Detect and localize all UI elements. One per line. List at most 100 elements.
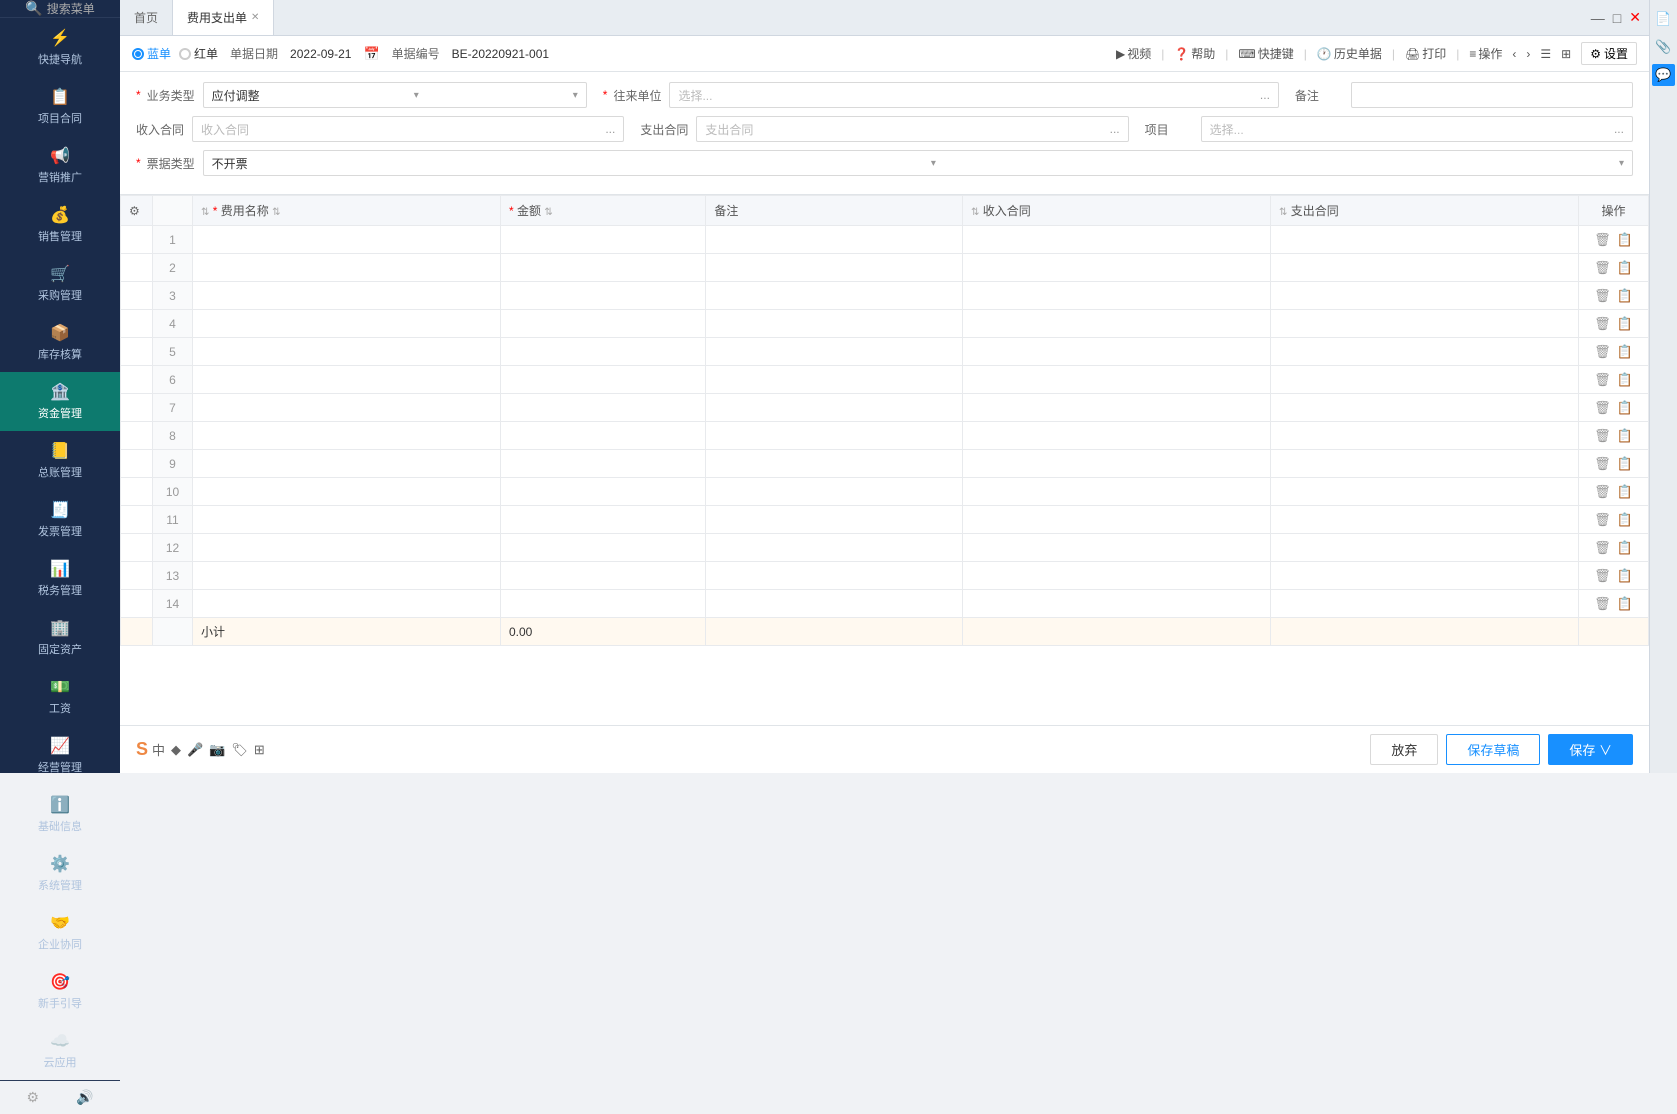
row-income-10[interactable] [962, 478, 1270, 506]
right-panel-attach-icon[interactable]: 📎 [1652, 36, 1674, 58]
row-delete-7[interactable]: 🗑 [1594, 400, 1611, 416]
sidebar-item-ops-mgmt[interactable]: 📈经营管理 [0, 726, 120, 785]
row-amount-5[interactable] [501, 338, 706, 366]
settings-btn[interactable]: ⚙ 设置 [1581, 42, 1637, 65]
tab-home[interactable]: 首页 [120, 0, 173, 35]
sidebar-item-basic-info[interactable]: ℹ️基础信息 [0, 785, 120, 844]
row-amount-1[interactable] [501, 226, 706, 254]
row-amount-9[interactable] [501, 450, 706, 478]
row-income-4[interactable] [962, 310, 1270, 338]
row-note-6[interactable] [706, 366, 963, 394]
row-name-9[interactable] [193, 450, 501, 478]
row-expense-5[interactable] [1270, 338, 1578, 366]
row-note-2[interactable] [706, 254, 963, 282]
abandon-button[interactable]: 放弃 [1370, 734, 1438, 765]
row-note-11[interactable] [706, 506, 963, 534]
row-copy-10[interactable]: 📋 [1617, 484, 1633, 500]
row-amount-12[interactable] [501, 534, 706, 562]
row-name-14[interactable] [193, 590, 501, 618]
row-amount-8[interactable] [501, 422, 706, 450]
ops-btn[interactable]: ≡ 操作 [1469, 45, 1502, 62]
footer-brand-icon-5[interactable]: 🏷 [229, 742, 250, 758]
row-delete-9[interactable]: 🗑 [1594, 456, 1611, 472]
row-note-3[interactable] [706, 282, 963, 310]
sidebar-item-sys-mgmt[interactable]: ⚙️系统管理 [0, 844, 120, 903]
row-amount-13[interactable] [501, 562, 706, 590]
row-delete-2[interactable]: 🗑 [1594, 260, 1611, 276]
invoice-type-input[interactable]: 不开票 ▾ [203, 150, 1633, 176]
row-expense-11[interactable] [1270, 506, 1578, 534]
row-expense-13[interactable] [1270, 562, 1578, 590]
right-panel-doc-icon[interactable]: 📄 [1652, 8, 1674, 30]
sidebar-item-capital-mgmt[interactable]: 🏦资金管理 [0, 372, 120, 431]
row-expense-14[interactable] [1270, 590, 1578, 618]
row-expense-8[interactable] [1270, 422, 1578, 450]
row-copy-11[interactable]: 📋 [1617, 512, 1633, 528]
col-name-header[interactable]: ⇅ * 费用名称 ⇅ [193, 196, 501, 226]
row-copy-2[interactable]: 📋 [1617, 260, 1633, 276]
row-copy-5[interactable]: 📋 [1617, 344, 1633, 360]
footer-brand-icon-1[interactable]: 中 [150, 740, 167, 759]
sidebar-item-new-guide[interactable]: 🎯新手引导 [0, 962, 120, 1021]
row-delete-1[interactable]: 🗑 [1594, 232, 1611, 248]
row-note-10[interactable] [706, 478, 963, 506]
sidebar-item-ledger-mgmt[interactable]: 📒总账管理 [0, 431, 120, 490]
row-copy-3[interactable]: 📋 [1617, 288, 1633, 304]
nav-next[interactable]: › [1526, 47, 1530, 61]
window-minimize[interactable]: — [1591, 10, 1605, 26]
col-expense-header[interactable]: ⇅ 支出合同 [1270, 196, 1578, 226]
sidebar-search[interactable]: 🔍 搜索菜单 [0, 0, 120, 18]
expense-contract-input[interactable]: 支出合同 ... [696, 116, 1128, 142]
row-delete-10[interactable]: 🗑 [1594, 484, 1611, 500]
row-note-1[interactable] [706, 226, 963, 254]
footer-brand-icon-6[interactable]: ⊞ [252, 742, 267, 758]
col-settings[interactable]: ⚙ [121, 196, 153, 226]
row-income-14[interactable] [962, 590, 1270, 618]
row-name-7[interactable] [193, 394, 501, 422]
calendar-icon[interactable]: 📅 [363, 46, 379, 62]
row-note-8[interactable] [706, 422, 963, 450]
sidebar-item-salary[interactable]: 💵工资 [0, 667, 120, 726]
row-copy-4[interactable]: 📋 [1617, 316, 1633, 332]
row-expense-7[interactable] [1270, 394, 1578, 422]
row-expense-10[interactable] [1270, 478, 1578, 506]
sidebar-item-invoice-mgmt[interactable]: 🧾发票管理 [0, 490, 120, 549]
income-contract-input[interactable]: 收入合同 ... [192, 116, 624, 142]
video-btn[interactable]: ▶ 视频 [1116, 45, 1151, 62]
row-name-5[interactable] [193, 338, 501, 366]
row-income-13[interactable] [962, 562, 1270, 590]
row-income-3[interactable] [962, 282, 1270, 310]
row-amount-3[interactable] [501, 282, 706, 310]
sidebar-item-fixed-assets[interactable]: 🏢固定资产 [0, 608, 120, 667]
row-delete-13[interactable]: 🗑 [1594, 568, 1611, 584]
row-copy-13[interactable]: 📋 [1617, 568, 1633, 584]
row-name-4[interactable] [193, 310, 501, 338]
row-name-8[interactable] [193, 422, 501, 450]
project-input[interactable]: 选择... ... [1201, 116, 1633, 142]
row-copy-9[interactable]: 📋 [1617, 456, 1633, 472]
col-amount-header[interactable]: * 金额 ⇅ [501, 196, 706, 226]
row-name-6[interactable] [193, 366, 501, 394]
radio-blue[interactable]: 蓝单 [132, 45, 171, 62]
row-expense-6[interactable] [1270, 366, 1578, 394]
row-delete-11[interactable]: 🗑 [1594, 512, 1611, 528]
shortcuts-btn[interactable]: ⌨ 快捷键 [1238, 45, 1293, 62]
footer-brand-icon-4[interactable]: 📷 [207, 742, 227, 758]
row-income-12[interactable] [962, 534, 1270, 562]
row-expense-4[interactable] [1270, 310, 1578, 338]
row-note-14[interactable] [706, 590, 963, 618]
sidebar-item-quick-nav[interactable]: ⚡快捷导航 [0, 18, 120, 77]
row-income-6[interactable] [962, 366, 1270, 394]
row-name-2[interactable] [193, 254, 501, 282]
row-note-13[interactable] [706, 562, 963, 590]
row-delete-8[interactable]: 🗑 [1594, 428, 1611, 444]
row-copy-14[interactable]: 📋 [1617, 596, 1633, 612]
window-maximize[interactable]: □ [1613, 10, 1621, 26]
row-name-3[interactable] [193, 282, 501, 310]
row-amount-2[interactable] [501, 254, 706, 282]
row-income-8[interactable] [962, 422, 1270, 450]
radio-red[interactable]: 红单 [179, 45, 218, 62]
row-expense-9[interactable] [1270, 450, 1578, 478]
sidebar-item-tax-mgmt[interactable]: 📊税务管理 [0, 549, 120, 608]
row-amount-11[interactable] [501, 506, 706, 534]
